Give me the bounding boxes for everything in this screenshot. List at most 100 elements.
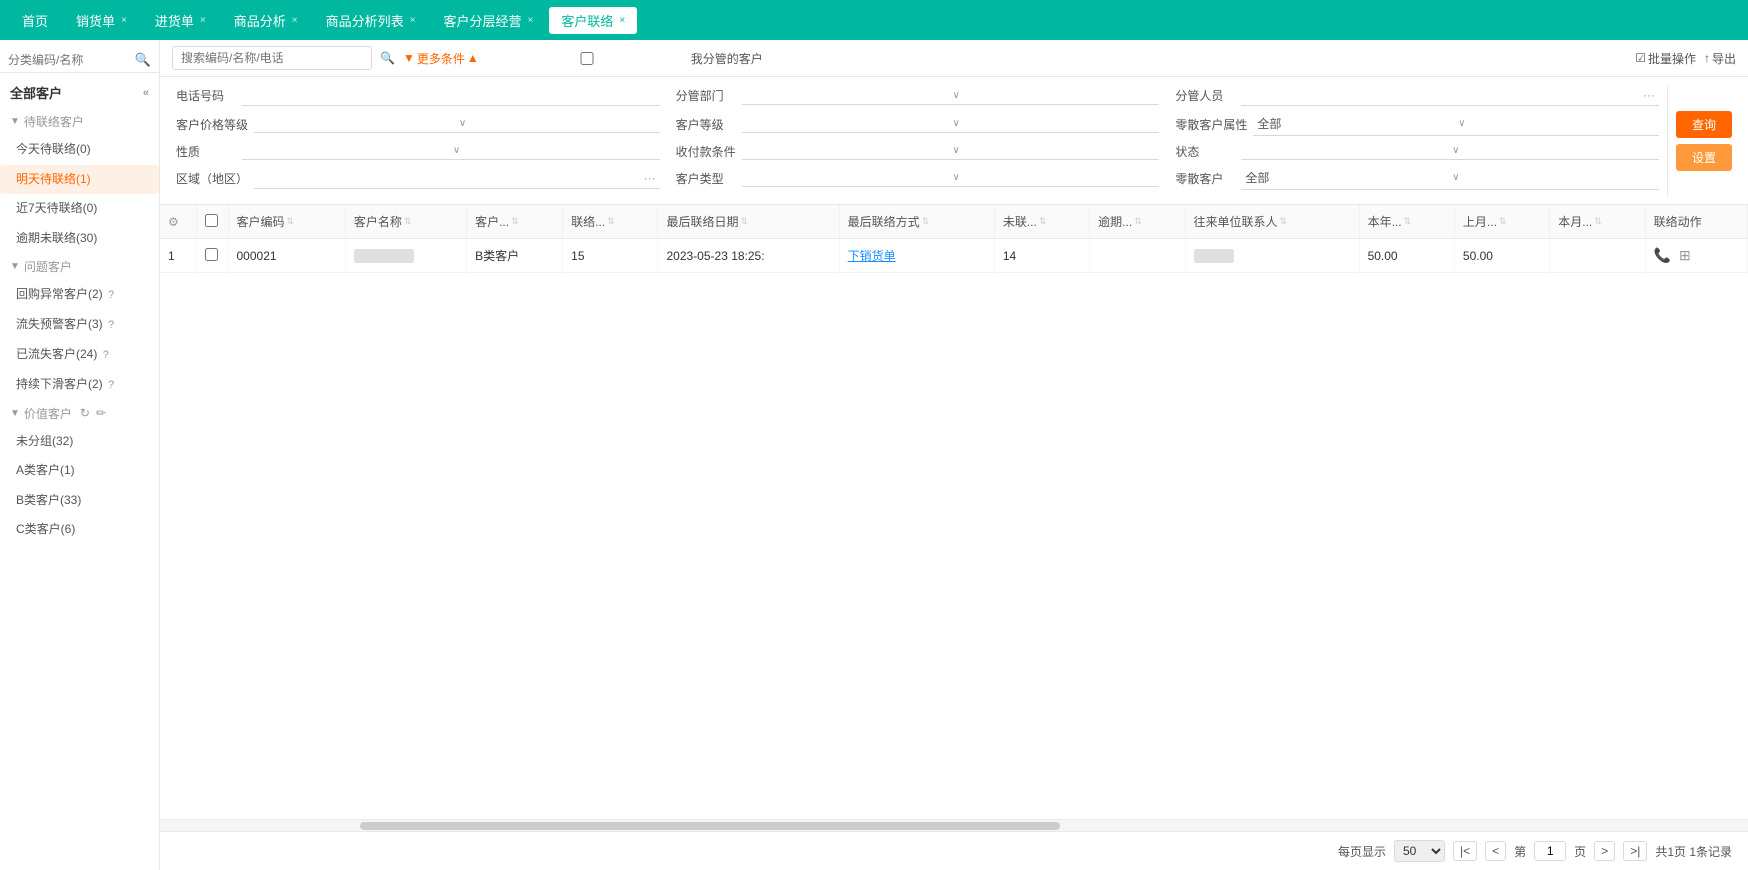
page-label: 第 bbox=[1514, 843, 1526, 860]
nav-home[interactable]: 首页 bbox=[10, 7, 60, 34]
row-checkbox[interactable] bbox=[196, 239, 228, 273]
chevron-down-icon: ∨ bbox=[953, 145, 1156, 156]
search-input[interactable] bbox=[172, 46, 372, 70]
top-navigation: 首页 销货单 × 进货单 × 商品分析 × 商品分析列表 × 客户分层经营 × … bbox=[0, 0, 1748, 40]
refresh-icon[interactable]: ↻ bbox=[80, 406, 90, 420]
nav-item-customer-contact[interactable]: 客户联络 × bbox=[549, 7, 637, 34]
sidebar-item-overdue-pending[interactable]: 逾期未联络(30) bbox=[0, 224, 159, 254]
page-size-label: 每页显示 bbox=[1338, 843, 1386, 860]
customer-type-select[interactable]: ∨ bbox=[742, 169, 1160, 187]
nav-item-product-list[interactable]: 商品分析列表 × bbox=[314, 7, 428, 34]
nav-item-sales[interactable]: 销货单 × bbox=[64, 7, 139, 34]
sidebar-item-today-pending[interactable]: 今天待联络(0) bbox=[0, 135, 159, 165]
horizontal-scrollbar[interactable] bbox=[160, 819, 1748, 831]
sidebar-item-class-a[interactable]: A类客户(1) bbox=[0, 456, 159, 486]
retail-customer-select[interactable]: 全部 ∨ bbox=[1241, 166, 1659, 190]
nav-item-purchase[interactable]: 进货单 × bbox=[143, 7, 218, 34]
row-select-checkbox[interactable] bbox=[205, 248, 218, 261]
col-uncontacted[interactable]: 未联...⇅ bbox=[994, 205, 1089, 239]
col-customer-name[interactable]: 客户名称⇅ bbox=[345, 205, 466, 239]
sidebar-group-pending[interactable]: ▼ 待联络客户 bbox=[0, 108, 159, 135]
edit-icon[interactable]: ✏ bbox=[96, 406, 106, 420]
col-contact-person[interactable]: 往来单位联系人⇅ bbox=[1185, 205, 1359, 239]
row-last-contact-method[interactable]: 下销货单 bbox=[839, 239, 994, 273]
close-icon[interactable]: × bbox=[619, 15, 625, 26]
payment-select[interactable]: ∨ bbox=[742, 142, 1160, 160]
sidebar-all-customers[interactable]: 全部客户 « bbox=[0, 77, 159, 108]
col-last-month[interactable]: 上月...⇅ bbox=[1454, 205, 1549, 239]
my-customers-checkbox-label[interactable]: 我分管的客户 bbox=[487, 50, 763, 67]
sidebar-item-tomorrow-pending[interactable]: 明天待联络(1) bbox=[0, 165, 159, 195]
row-contact-person: ██ bbox=[1185, 239, 1359, 273]
content-area: 🔍 ▼ 更多条件 ▲ 我分管的客户 ☑ 批量操作 ↑ 导出 bbox=[160, 40, 1748, 870]
customer-level-select[interactable]: ∨ bbox=[742, 115, 1160, 133]
col-checkbox[interactable] bbox=[196, 205, 228, 239]
scrollbar-thumb[interactable] bbox=[360, 822, 1060, 830]
close-icon[interactable]: × bbox=[200, 15, 206, 26]
col-overdue[interactable]: 逾期...⇅ bbox=[1090, 205, 1185, 239]
col-this-year[interactable]: 本年...⇅ bbox=[1359, 205, 1454, 239]
sidebar-group-problem[interactable]: ▼ 问题客户 bbox=[0, 253, 159, 280]
status-select[interactable]: ∨ bbox=[1241, 142, 1659, 160]
nature-select[interactable]: ∨ bbox=[242, 142, 660, 160]
filter-field-status: 状态 ∨ bbox=[1175, 142, 1659, 160]
chevron-down-icon: ∨ bbox=[952, 90, 1155, 101]
gear-icon[interactable]: ⚙ bbox=[168, 215, 179, 229]
data-table-container: ⚙ 客户编码⇅ 客户名称⇅ 客户...⇅ bbox=[160, 205, 1748, 819]
col-gear[interactable]: ⚙ bbox=[160, 205, 196, 239]
select-all-checkbox[interactable] bbox=[205, 214, 218, 227]
more-options-icon[interactable]: ··· bbox=[1643, 88, 1655, 102]
col-customer-type[interactable]: 客户...⇅ bbox=[467, 205, 563, 239]
sidebar-group-value[interactable]: ▼ 价值客户 ↻ ✏ bbox=[0, 400, 159, 427]
search-icon[interactable]: 🔍 bbox=[380, 51, 395, 65]
sidebar-item-churned[interactable]: 已流失客户(24) ? bbox=[0, 340, 159, 370]
filter-row-2: 客户价格等级 ∨ 客户等级 ∨ bbox=[176, 112, 1659, 136]
nav-item-product-analysis[interactable]: 商品分析 × bbox=[222, 7, 310, 34]
my-customers-checkbox[interactable] bbox=[487, 52, 687, 65]
batch-op-button[interactable]: ☑ 批量操作 bbox=[1635, 50, 1696, 67]
col-last-contact-date[interactable]: 最后联络日期⇅ bbox=[658, 205, 839, 239]
close-icon[interactable]: × bbox=[410, 15, 416, 26]
close-icon[interactable]: × bbox=[527, 15, 533, 26]
export-button[interactable]: ↑ 导出 bbox=[1704, 50, 1736, 67]
first-page-button[interactable]: |< bbox=[1453, 841, 1477, 861]
phone-input[interactable] bbox=[242, 85, 660, 106]
next-page-button[interactable]: > bbox=[1594, 841, 1615, 861]
query-button[interactable]: 查询 bbox=[1676, 111, 1732, 138]
col-contact-count[interactable]: 联络...⇅ bbox=[563, 205, 658, 239]
setting-button[interactable]: 设置 bbox=[1676, 144, 1732, 171]
nav-item-customer-tier[interactable]: 客户分层经营 × bbox=[431, 7, 545, 34]
chevron-down-icon: ∨ bbox=[1458, 118, 1655, 129]
col-last-contact-method[interactable]: 最后联络方式⇅ bbox=[839, 205, 994, 239]
last-page-button[interactable]: >| bbox=[1623, 841, 1647, 861]
grid-icon[interactable]: ⊞ bbox=[1679, 247, 1691, 264]
more-options-icon[interactable]: ··· bbox=[644, 171, 656, 185]
collapse-icon[interactable]: « bbox=[143, 87, 149, 99]
col-customer-code[interactable]: 客户编码⇅ bbox=[228, 205, 345, 239]
more-conditions-button[interactable]: ▼ 更多条件 ▲ bbox=[403, 50, 479, 67]
close-icon[interactable]: × bbox=[121, 15, 127, 26]
sidebar-item-7days-pending[interactable]: 近7天待联络(0) bbox=[0, 194, 159, 224]
page-size-select[interactable]: 50 100 200 bbox=[1394, 840, 1445, 862]
sort-icon: ⇅ bbox=[1039, 216, 1047, 227]
close-icon[interactable]: × bbox=[292, 15, 298, 26]
price-level-select[interactable]: ∨ bbox=[254, 115, 660, 133]
table-row: 1 000021 ████ B类客户 15 2023-05-23 18:25: … bbox=[160, 239, 1748, 273]
sidebar-item-ungrouped[interactable]: 未分组(32) bbox=[0, 427, 159, 457]
department-select[interactable]: ∨ bbox=[742, 87, 1160, 105]
sidebar-search-input[interactable] bbox=[8, 53, 135, 67]
sort-icon: ⇅ bbox=[511, 216, 519, 227]
prev-page-button[interactable]: < bbox=[1485, 841, 1506, 861]
phone-icon[interactable]: 📞 bbox=[1654, 247, 1671, 264]
sidebar-item-churn-warning[interactable]: 流失预警客户(3) ? bbox=[0, 310, 159, 340]
sidebar-item-declining[interactable]: 持续下滑客户(2) ? bbox=[0, 370, 159, 400]
col-this-month[interactable]: 本月...⇅ bbox=[1550, 205, 1645, 239]
page-number-input[interactable] bbox=[1534, 841, 1566, 861]
sidebar-item-abnormal-repurchase[interactable]: 回购异常客户(2) ? bbox=[0, 280, 159, 310]
arrow-icon: ▼ bbox=[10, 116, 20, 127]
sort-icon: ⇅ bbox=[1280, 216, 1288, 227]
sidebar-item-class-b[interactable]: B类客户(33) bbox=[0, 486, 159, 516]
search-icon[interactable]: 🔍 bbox=[135, 52, 151, 68]
sidebar-item-class-c[interactable]: C类客户(6) bbox=[0, 515, 159, 545]
retail-attr-select[interactable]: 全部 ∨ bbox=[1253, 112, 1659, 136]
